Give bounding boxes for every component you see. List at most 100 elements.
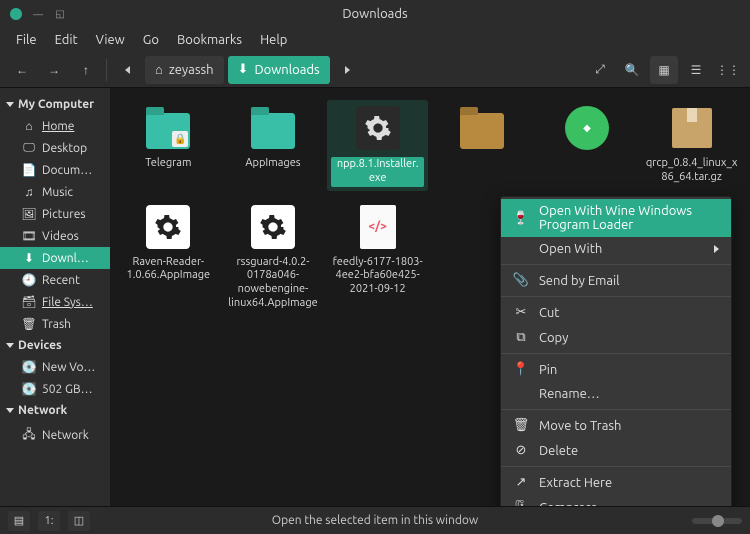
menu-item[interactable]: 📎Send by Email bbox=[501, 268, 731, 293]
grid-icon: ▦ bbox=[658, 63, 669, 77]
menu-item-label: Copy bbox=[539, 331, 568, 345]
file-item[interactable]: npp.8.1.Installer.exe bbox=[327, 100, 428, 191]
menu-item[interactable]: 📍Pin bbox=[501, 357, 731, 382]
breadcrumb-label: zeyassh bbox=[169, 63, 214, 77]
sidebar-item[interactable]: 🖧Network bbox=[0, 421, 110, 450]
menu-item-icon: 🗑 bbox=[513, 418, 529, 433]
sidebar-item[interactable]: 🕘Recent bbox=[0, 269, 110, 291]
sidebar-item-icon: 💽 bbox=[22, 382, 36, 396]
tree-button[interactable]: 1: bbox=[38, 511, 60, 531]
window-maximize-button[interactable]: ◱ bbox=[54, 8, 66, 20]
file-item[interactable]: ◆ bbox=[537, 100, 638, 191]
forward-button[interactable]: → bbox=[40, 56, 68, 84]
sidebar-section-header[interactable]: Devices bbox=[0, 335, 110, 356]
menu-help[interactable]: Help bbox=[252, 31, 295, 49]
sidebar-item-icon: 🎞 bbox=[22, 229, 36, 243]
sidebar-item-icon: 💽 bbox=[22, 360, 36, 374]
sidebar-item-icon: 🖼 bbox=[22, 207, 36, 221]
window-minimize-button[interactable]: — bbox=[32, 8, 44, 20]
menu-file[interactable]: File bbox=[8, 31, 45, 49]
places-button[interactable]: ▤ bbox=[8, 511, 30, 531]
sidebar-section-header[interactable]: My Computer bbox=[0, 94, 110, 115]
window-close-button[interactable] bbox=[10, 8, 22, 20]
menu-item-label: Extract Here bbox=[539, 476, 612, 490]
breadcrumb-home[interactable]: ⌂ zeyassh bbox=[145, 56, 224, 84]
file-icon bbox=[458, 104, 506, 152]
zoom-slider[interactable] bbox=[692, 518, 742, 524]
menu-edit[interactable]: Edit bbox=[47, 31, 86, 49]
sidebar-item-label: Videos bbox=[42, 230, 79, 243]
file-icon bbox=[249, 203, 297, 251]
breadcrumb-current[interactable]: ⬇ Downloads bbox=[228, 56, 330, 84]
view-compact-button[interactable]: ⋮⋮ bbox=[714, 56, 742, 84]
file-item[interactable]: Raven-Reader-1.0.66.AppImage bbox=[118, 199, 219, 315]
file-item[interactable]: 🔒Telegram bbox=[118, 100, 219, 191]
sidebar-item[interactable]: 💽502 GB… bbox=[0, 378, 110, 400]
menu-item[interactable]: ✂Cut bbox=[501, 300, 731, 325]
file-item[interactable]: qrcp_0.8.4_linux_x86_64.tar.gz bbox=[641, 100, 742, 191]
menu-item-label: Delete bbox=[539, 444, 578, 458]
menu-item[interactable]: 🗑Move to Trash bbox=[501, 413, 731, 438]
menu-item[interactable]: ↗Extract Here bbox=[501, 470, 731, 495]
sidebar-item-label: Home bbox=[42, 120, 74, 133]
sidebar-item[interactable]: 🎞 Videos bbox=[0, 225, 110, 247]
search-button[interactable]: 🔍 bbox=[618, 56, 646, 84]
toggle-button[interactable]: ◫ bbox=[68, 511, 90, 531]
menu-item[interactable]: Open With bbox=[501, 237, 731, 261]
section-label: Network bbox=[18, 404, 67, 417]
status-text: Open the selected item in this window bbox=[272, 514, 478, 527]
sidebar-item[interactable]: ⬇Downl… bbox=[0, 247, 110, 269]
menu-item[interactable]: ⧉Copy bbox=[501, 325, 731, 350]
sidebar-item[interactable]: 🖼 Pictures bbox=[0, 203, 110, 225]
menu-item-label: Compress… bbox=[539, 501, 610, 507]
forward-icon: → bbox=[48, 63, 60, 77]
sidebar-item[interactable]: 📄Docum… bbox=[0, 159, 110, 181]
path-next-button[interactable] bbox=[334, 56, 362, 84]
file-item[interactable] bbox=[432, 100, 533, 191]
file-item[interactable]: </>feedly-6177-1803-4ee2-bfa60e425-2021-… bbox=[327, 199, 428, 315]
view-grid-button[interactable]: ▦ bbox=[650, 56, 678, 84]
menu-item[interactable]: 🍷Open With Wine Windows Program Loader bbox=[501, 199, 731, 237]
sidebar-section-header[interactable]: Network bbox=[0, 400, 110, 421]
menu-bookmarks[interactable]: Bookmarks bbox=[169, 31, 250, 49]
back-button[interactable]: ← bbox=[8, 56, 36, 84]
file-item[interactable]: rssguard-4.0.2-0178a046-nowebengine-linu… bbox=[223, 199, 324, 315]
sidebar-item[interactable]: 🗃 File Sys… bbox=[0, 291, 110, 313]
path-prev-button[interactable] bbox=[113, 56, 141, 84]
menu-view[interactable]: View bbox=[88, 31, 133, 49]
list-icon: ☰ bbox=[691, 63, 702, 77]
back-icon: ← bbox=[16, 63, 28, 77]
menu-item[interactable]: ⊘ Delete bbox=[501, 438, 731, 463]
menu-item[interactable]: 🗜 Compress… bbox=[501, 495, 731, 506]
up-button[interactable]: ↑ bbox=[72, 56, 100, 84]
sidebar-item-icon: ⌂ bbox=[22, 119, 36, 133]
menu-item-label: Open With Wine Windows Program Loader bbox=[539, 204, 719, 232]
sidebar-item[interactable]: 🖵Desktop bbox=[0, 137, 110, 159]
sidebar-item[interactable]: 💽New Vo… bbox=[0, 356, 110, 378]
expand-button[interactable]: ⤢ bbox=[586, 56, 614, 84]
sidebar-item[interactable]: ♫Music bbox=[0, 181, 110, 203]
sidebar-item[interactable]: ⌂ Home bbox=[0, 115, 110, 137]
menu-item-icon: 🗜 bbox=[513, 500, 529, 506]
file-label: npp.8.1.Installer.exe bbox=[331, 157, 424, 187]
sidebar-item-label: Music bbox=[42, 186, 73, 199]
menu-item-icon: 📎 bbox=[513, 273, 529, 288]
content-area[interactable]: 🔒TelegramAppImagesnpp.8.1.Installer.exe ◆… bbox=[110, 88, 750, 506]
sidebar-item-icon: 🖵 bbox=[22, 141, 36, 155]
menu-item-icon: ⊘ bbox=[513, 443, 529, 458]
sidebar-item[interactable]: 🗑Trash bbox=[0, 313, 110, 335]
sidebar-item-label: Recent bbox=[42, 274, 80, 287]
sidebar-item-label: Pictures bbox=[42, 208, 86, 221]
file-item[interactable]: AppImages bbox=[223, 100, 324, 191]
search-icon: 🔍 bbox=[625, 63, 640, 77]
menu-item-icon: ✂ bbox=[513, 305, 529, 320]
menu-item-label: Pin bbox=[539, 363, 557, 377]
menu-item[interactable]: Rename… bbox=[501, 382, 731, 406]
download-icon: ⬇ bbox=[238, 62, 249, 77]
sidebar-item-icon: 🗃 bbox=[22, 295, 36, 309]
sidebar-item-icon: 🗑 bbox=[22, 317, 36, 331]
view-list-button[interactable]: ☰ bbox=[682, 56, 710, 84]
menu-go[interactable]: Go bbox=[135, 31, 167, 49]
separator bbox=[106, 59, 107, 81]
sidebar-item-label: File Sys… bbox=[42, 296, 93, 309]
